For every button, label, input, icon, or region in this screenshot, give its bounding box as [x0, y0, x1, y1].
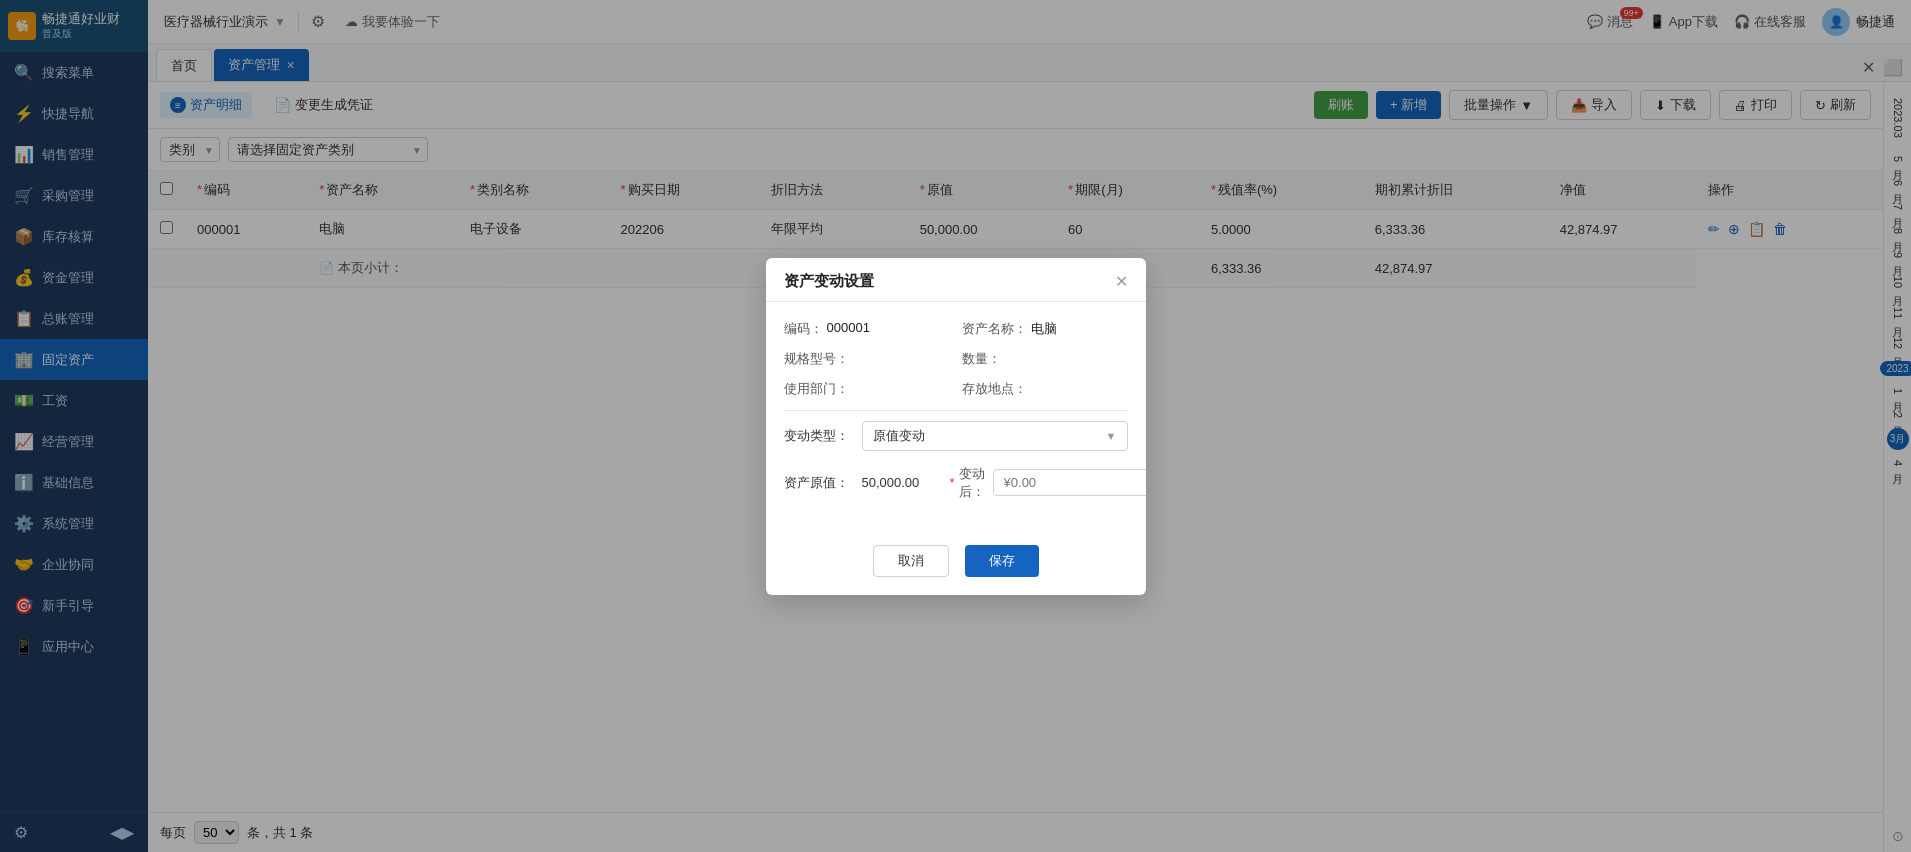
original-value: 50,000.00 — [862, 475, 942, 490]
dialog-field-change-type: 变动类型： 原值变动 ▼ — [784, 421, 1128, 451]
dialog-col-qty: 数量： — [962, 350, 1128, 368]
after-change-input[interactable] — [993, 469, 1146, 496]
asset-change-dialog: 资产变动设置 ✕ 编码： 000001 资产名称： 电脑 — [766, 258, 1146, 595]
required-star: * — [950, 475, 955, 490]
dialog-col-loc: 存放地点： — [962, 380, 1128, 398]
change-type-label: 变动类型： — [784, 427, 854, 445]
dialog-row-dept-loc: 使用部门： 存放地点： — [784, 380, 1128, 398]
loc-label: 存放地点： — [962, 380, 1027, 398]
asset-name-value: 电脑 — [1031, 320, 1057, 338]
change-type-value: 原值变动 — [873, 427, 1102, 445]
dialog-footer: 取消 保存 — [766, 533, 1146, 595]
dialog-col-name: 资产名称： 电脑 — [962, 320, 1128, 338]
dialog-header: 资产变动设置 ✕ — [766, 258, 1146, 302]
dialog-title: 资产变动设置 — [784, 272, 874, 291]
change-type-select[interactable]: 原值变动 ▼ — [862, 421, 1128, 451]
chevron-down-icon: ▼ — [1106, 430, 1117, 442]
code-value: 000001 — [827, 320, 870, 338]
original-value-label: 资产原值： — [784, 474, 854, 492]
asset-name-label: 资产名称： — [962, 320, 1027, 338]
dept-label: 使用部门： — [784, 380, 849, 398]
dialog-close-button[interactable]: ✕ — [1115, 272, 1128, 291]
code-label: 编码： — [784, 320, 823, 338]
dialog-divider — [784, 410, 1128, 411]
dialog-body: 编码： 000001 资产名称： 电脑 规格型号： — [766, 302, 1146, 533]
save-button[interactable]: 保存 — [965, 545, 1039, 577]
after-change-wrapper: * 变动后： — [950, 465, 1146, 501]
modal-overlay: 资产变动设置 ✕ 编码： 000001 资产名称： 电脑 — [0, 0, 1911, 852]
dialog-row-code-name: 编码： 000001 资产名称： 电脑 — [784, 320, 1128, 338]
cancel-button[interactable]: 取消 — [873, 545, 949, 577]
after-change-label: 变动后： — [959, 465, 985, 501]
dialog-field-values: 资产原值： 50,000.00 * 变动后： — [784, 465, 1128, 501]
dialog-row-spec-qty: 规格型号： 数量： — [784, 350, 1128, 368]
dialog-col-code: 编码： 000001 — [784, 320, 950, 338]
dialog-col-dept: 使用部门： — [784, 380, 950, 398]
qty-label: 数量： — [962, 350, 1001, 368]
dialog-col-spec: 规格型号： — [784, 350, 950, 368]
spec-label: 规格型号： — [784, 350, 849, 368]
